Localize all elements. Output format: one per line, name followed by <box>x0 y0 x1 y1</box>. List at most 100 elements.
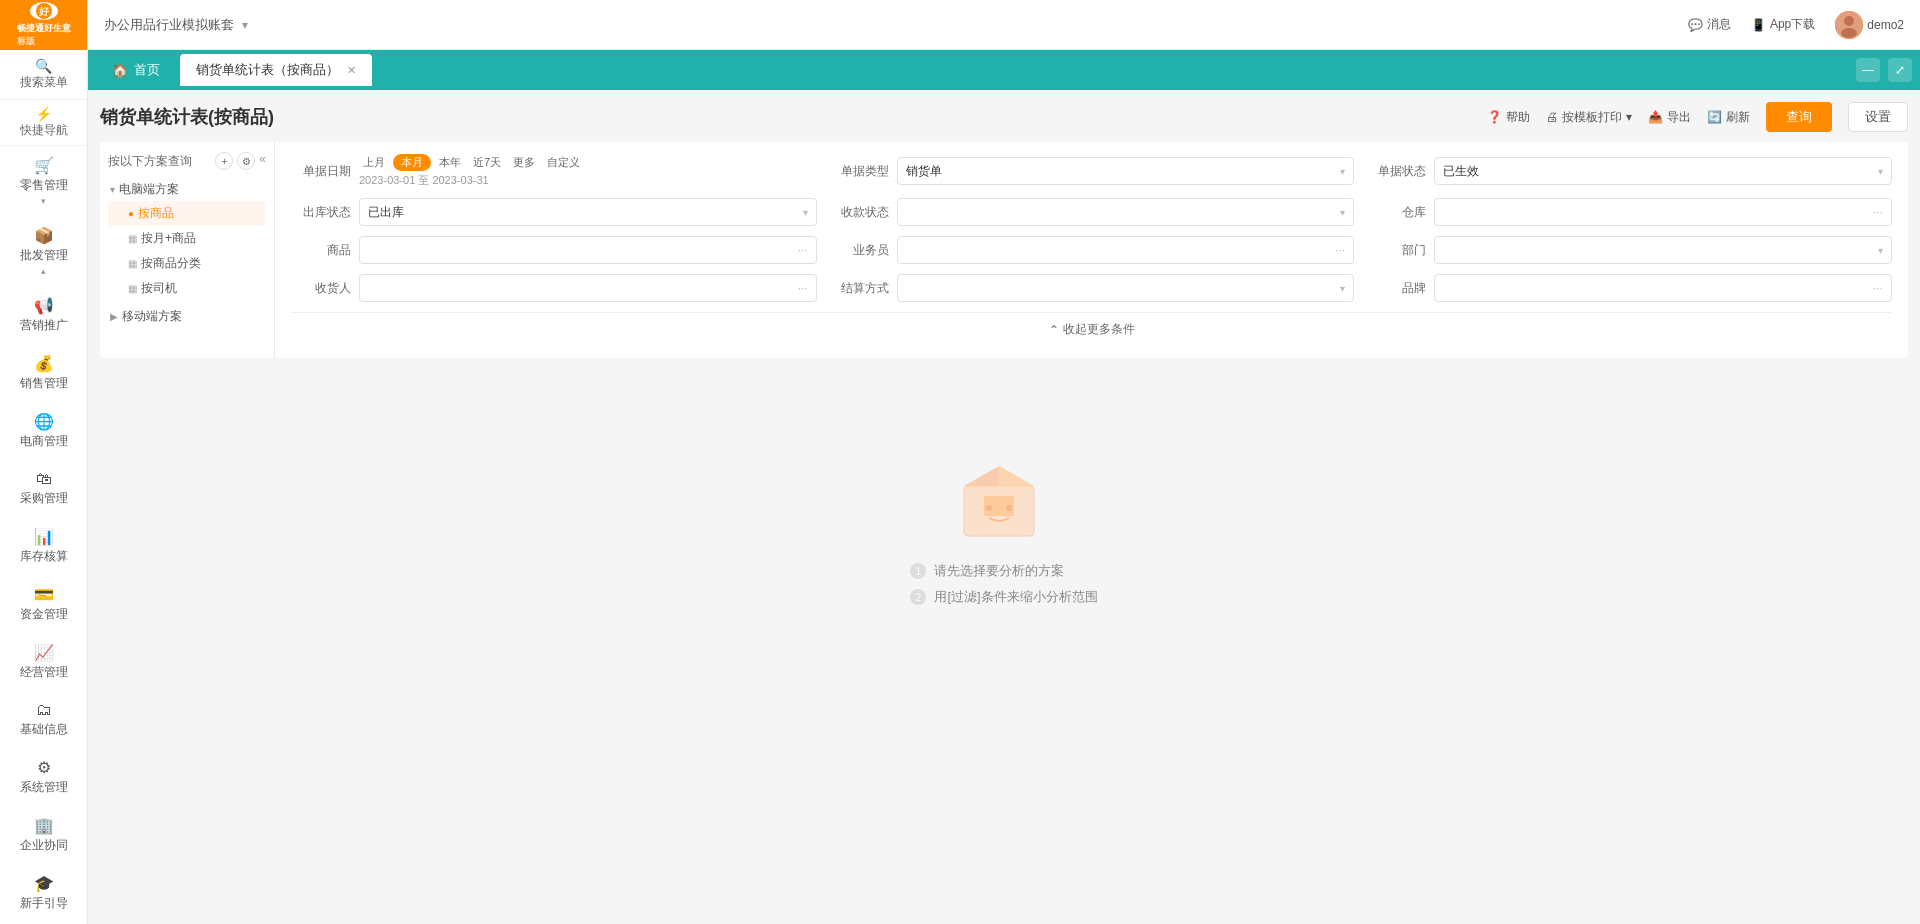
sidebar-item-guide[interactable]: 🎓 新手引导 <box>0 864 87 922</box>
scheme-item-by-category[interactable]: ▦ 按商品分类 <box>108 251 266 276</box>
sidebar-quick-nav[interactable]: ⚡ 快捷导航 <box>0 100 87 146</box>
filter-warehouse-input[interactable]: ··· <box>1434 198 1892 226</box>
sidebar-item-label: 系统管理 <box>20 779 68 796</box>
filter-salesperson-field: 业务员 ··· <box>829 236 1355 264</box>
date-btn-7days[interactable]: 近7天 <box>469 154 505 171</box>
date-btn-more[interactable]: 更多 <box>509 154 539 171</box>
sidebar-item-purchase[interactable]: 🛍 采购管理 <box>0 460 87 517</box>
export-icon: 📤 <box>1648 110 1663 124</box>
sidebar-item-label: 资金管理 <box>20 606 68 623</box>
template-print-btn[interactable]: 🖨 按模板打印 ▾ <box>1546 109 1632 126</box>
sidebar-item-sales[interactable]: 💰 销售管理 <box>0 344 87 402</box>
sidebar-item-wholesale[interactable]: 📦 批发管理 ▴ <box>0 216 87 286</box>
filter-area: 单据日期 上月 本月 本年 近7天 更多 自定义 2023-03-01 至 20… <box>275 142 1908 358</box>
svg-point-9 <box>986 505 992 511</box>
filter-docstatus-select[interactable]: 已生效 ▾ <box>1434 157 1892 185</box>
filter-docstatus-field: 单据状态 已生效 ▾ <box>1366 157 1892 185</box>
sidebar-item-finance[interactable]: 💳 资金管理 <box>0 575 87 633</box>
table-icon: ▦ <box>128 233 137 244</box>
sidebar-item-label: 新手引导 <box>20 895 68 912</box>
filter-dept-select[interactable]: ▾ <box>1434 236 1892 264</box>
guide-icon: 🎓 <box>34 874 54 893</box>
export-btn[interactable]: 📤 导出 <box>1648 109 1691 126</box>
sidebar-item-system[interactable]: ⚙ 系统管理 <box>0 748 87 806</box>
sidebar-item-label: 采购管理 <box>20 490 68 507</box>
topbar-dropdown-btn[interactable]: ▾ <box>242 18 248 32</box>
help-btn[interactable]: ❓ 帮助 <box>1487 109 1530 126</box>
filter-product-label: 商品 <box>291 242 351 259</box>
filter-warehouse-field: 仓库 ··· <box>1366 198 1892 226</box>
filter-docstatus-label: 单据状态 <box>1366 163 1426 180</box>
filter-paymentstatus-select[interactable]: ▾ <box>897 198 1355 226</box>
tip-num-2: 2 <box>910 589 926 605</box>
sidebar-item-label: 基础信息 <box>20 721 68 738</box>
filter-doctype-select[interactable]: 销货单 ▾ <box>897 157 1355 185</box>
dots-icon: ··· <box>1873 205 1883 219</box>
sidebar-item-operations[interactable]: 📈 经营管理 <box>0 633 87 691</box>
sidebar-item-label: 销售管理 <box>20 375 68 392</box>
settings-btn[interactable]: 设置 <box>1848 102 1908 132</box>
scheme-add-btn[interactable]: + <box>215 152 233 170</box>
page-header: 销货单统计表(按商品) ❓ 帮助 🖨 按模板打印 ▾ 📤 导出 🔄 刷新 <box>100 102 1908 132</box>
scheme-group-pc: ▾ 电脑端方案 ● 按商品 ▦ 按月+商品 ▦ 按商品分类 <box>108 178 266 301</box>
home-icon: 🏠 <box>112 63 128 78</box>
sidebar-item-inventory[interactable]: 📊 库存核算 <box>0 517 87 575</box>
help-icon: ❓ <box>1487 110 1502 124</box>
main-area: 办公用品行业模拟账套 ▾ 💬 消息 📱 App下载 de <box>88 0 1920 924</box>
sidebar-item-marketing[interactable]: 📢 营销推广 <box>0 286 87 344</box>
chevron-icon: ▾ <box>41 196 46 206</box>
scheme-settings-btn[interactable]: ⚙ <box>237 152 255 170</box>
inventory-icon: 📊 <box>34 527 54 546</box>
filter-outstatus-select[interactable]: 已出库 ▾ <box>359 198 817 226</box>
tab-home[interactable]: 🏠 首页 <box>96 54 176 86</box>
tab-sales-stat[interactable]: 销货单统计表（按商品） ✕ <box>180 54 372 86</box>
scheme-collapse-btn[interactable]: « <box>259 152 266 170</box>
sidebar-item-enterprise[interactable]: 🏢 企业协同 <box>0 806 87 864</box>
filter-brand-input[interactable]: ··· <box>1434 274 1892 302</box>
sidebar-item-label: 营销推广 <box>20 317 68 334</box>
tab-close-btn[interactable]: ✕ <box>347 64 356 77</box>
query-btn[interactable]: 查询 <box>1766 102 1832 132</box>
empty-tips: 1 请先选择要分析的方案 2 用[过滤]条件来缩小分析范围 <box>910 562 1097 606</box>
svg-point-3 <box>1844 16 1854 26</box>
scheme-item-by-driver[interactable]: ▦ 按司机 <box>108 276 266 301</box>
group-arrow-collapsed-icon: ▶ <box>110 311 118 322</box>
scheme-group-pc-header[interactable]: ▾ 电脑端方案 <box>108 178 266 201</box>
purchase-icon: 🛍 <box>36 470 52 488</box>
avatar <box>1835 11 1863 39</box>
scheme-group-mobile-header[interactable]: ▶ 移动端方案 <box>108 305 266 328</box>
sidebar-item-label: 库存核算 <box>20 548 68 565</box>
scheme-header: 按以下方案查询 + ⚙ « <box>108 152 266 170</box>
filter-salesperson-input[interactable]: ··· <box>897 236 1355 264</box>
filter-settlement-select[interactable]: ▾ <box>897 274 1355 302</box>
filter-product-input[interactable]: ··· <box>359 236 817 264</box>
scheme-item-by-month-product[interactable]: ▦ 按月+商品 <box>108 226 266 251</box>
sidebar-item-ecommerce[interactable]: 🌐 电商管理 <box>0 402 87 460</box>
scheme-panel: 按以下方案查询 + ⚙ « ▾ 电脑端方案 ● 按商品 <box>100 142 275 358</box>
refresh-btn[interactable]: 🔄 刷新 <box>1707 109 1750 126</box>
filter-recipient-input[interactable]: ··· <box>359 274 817 302</box>
filter-row-4: 收货人 ··· 结算方式 ▾ 品牌 <box>291 274 1892 302</box>
scheme-item-by-product[interactable]: ● 按商品 <box>108 201 266 226</box>
chevron-up-icon: ▴ <box>41 266 46 276</box>
user-menu[interactable]: demo2 <box>1835 11 1904 39</box>
app-download-btn[interactable]: 📱 App下载 <box>1751 16 1815 33</box>
table-icon3: ▦ <box>128 283 137 294</box>
date-btn-custom[interactable]: 自定义 <box>543 154 584 171</box>
sidebar-item-retail[interactable]: 🛒 零售管理 ▾ <box>0 146 87 216</box>
filter-product-field: 商品 ··· <box>291 236 817 264</box>
date-btn-thisyear[interactable]: 本年 <box>435 154 465 171</box>
dropdown-icon2: ▾ <box>1878 166 1883 177</box>
message-btn[interactable]: 💬 消息 <box>1688 16 1731 33</box>
tab-maximize-btn[interactable]: ⤢ <box>1888 58 1912 82</box>
logo-icon: 好 <box>30 2 58 20</box>
sidebar-item-basic[interactable]: 🗂 基础信息 <box>0 691 87 748</box>
date-btn-lastmonth[interactable]: 上月 <box>359 154 389 171</box>
sidebar-search[interactable]: 🔍 搜索菜单 <box>0 50 87 100</box>
filter-collapse-btn[interactable]: ⌃ 收起更多条件 <box>291 312 1892 346</box>
filter-date-label: 单据日期 <box>291 163 351 180</box>
tab-minimize-btn[interactable]: — <box>1856 58 1880 82</box>
sidebar-item-label: 批发管理 <box>20 247 68 264</box>
page-actions: ❓ 帮助 🖨 按模板打印 ▾ 📤 导出 🔄 刷新 查询 设置 <box>1487 102 1908 132</box>
date-btn-thismonth[interactable]: 本月 <box>393 154 431 171</box>
